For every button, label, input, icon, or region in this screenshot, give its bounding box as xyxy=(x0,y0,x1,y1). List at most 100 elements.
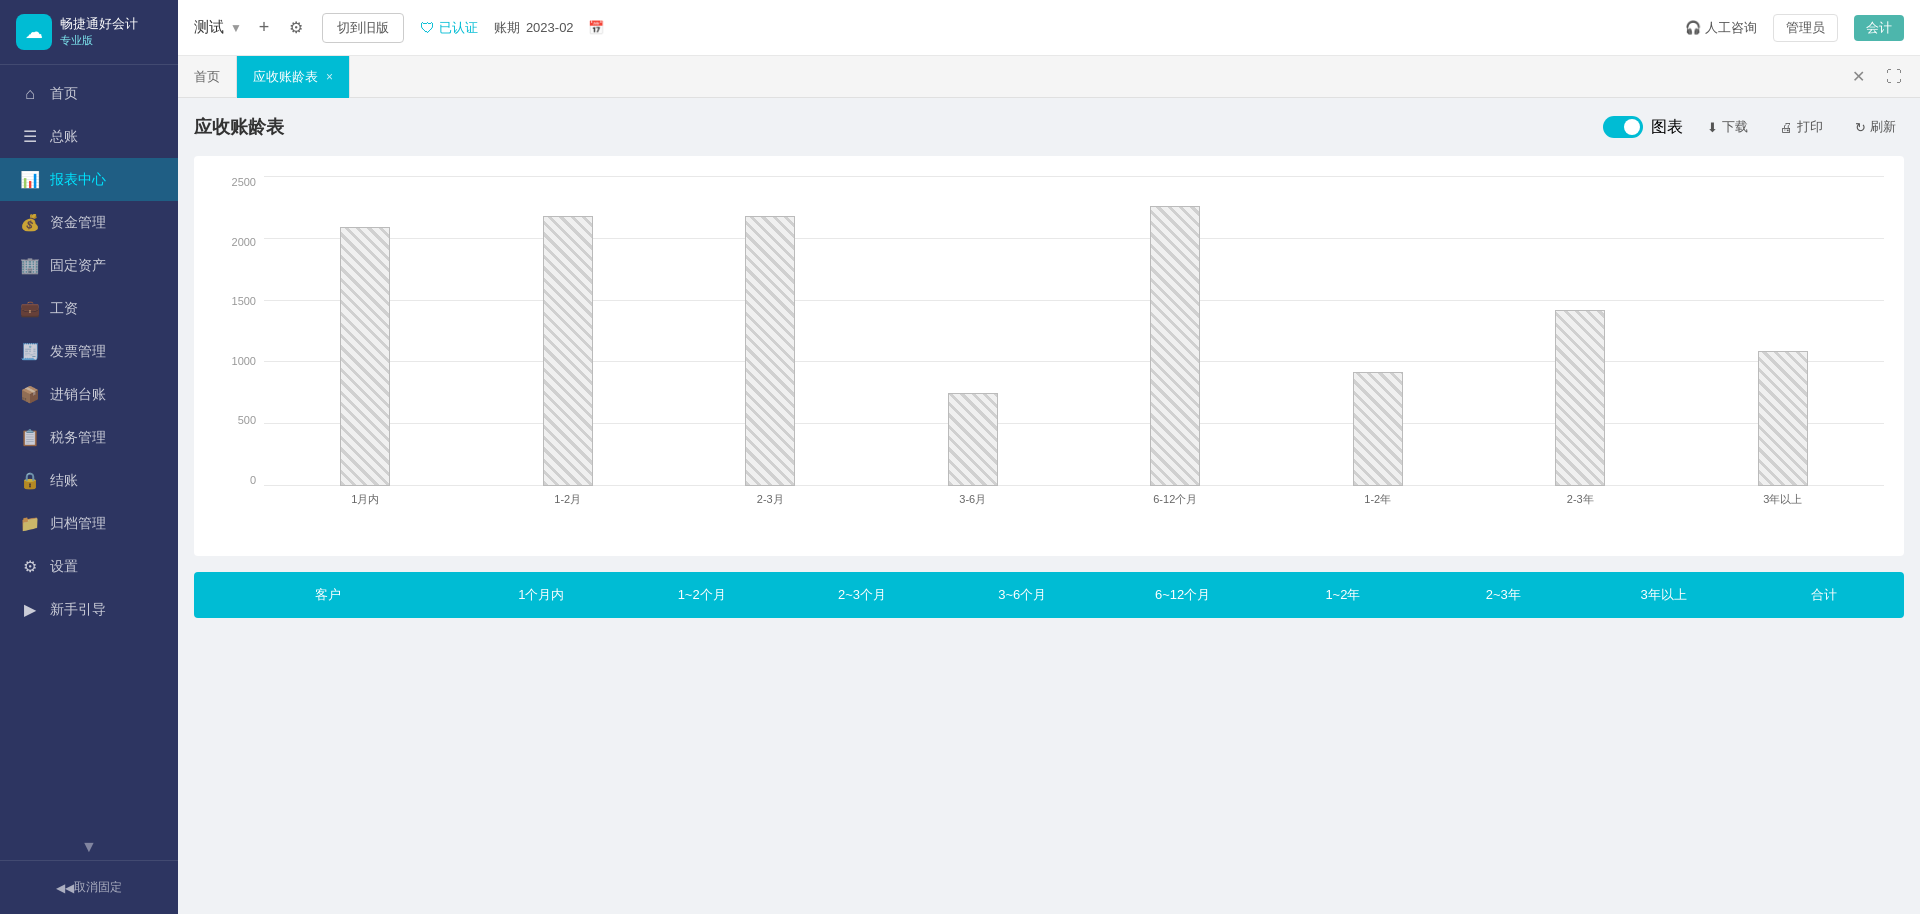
shield-icon: 🛡 xyxy=(420,19,435,36)
home-icon: ⌂ xyxy=(20,85,40,103)
content-area: 应收账龄表 图表 ⬇ 下载 🖨 打印 ↻ 刷新 xyxy=(178,98,1920,914)
table-header-cell: 3~6个月 xyxy=(942,572,1102,618)
table-header-cell: 1个月内 xyxy=(461,572,621,618)
assets-icon: 🏢 xyxy=(20,256,40,275)
tab-item-1[interactable]: 应收账龄表× xyxy=(237,56,350,98)
sidebar-nav: ⌂ 首页 ☰ 总账 📊 报表中心 💰 资金管理 🏢 固定资产 💼 工资 🧾 发票… xyxy=(0,65,178,834)
sidebar-item-inventory[interactable]: 📦 进销台账 xyxy=(0,373,178,416)
sidebar-item-settings[interactable]: ⚙ 设置 xyxy=(0,545,178,588)
y-axis-label: 1000 xyxy=(214,355,264,367)
refresh-label: 刷新 xyxy=(1870,118,1896,136)
sidebar-item-label: 新手引导 xyxy=(50,601,106,619)
bar-label: 1-2年 xyxy=(1364,492,1391,507)
add-tab-button[interactable]: + xyxy=(250,14,278,42)
chart-container: 1月内1-2月2-3月3-6月6-12个月1-2年2-3年3年以上 050010… xyxy=(194,156,1904,556)
chart-toggle: 图表 xyxy=(1603,116,1683,138)
sidebar-item-label: 发票管理 xyxy=(50,343,106,361)
period-value: 2023-02 xyxy=(526,20,574,35)
calendar-icon[interactable]: 📅 xyxy=(588,20,604,35)
page-actions: 图表 ⬇ 下载 🖨 打印 ↻ 刷新 xyxy=(1603,114,1904,140)
sidebar-item-label: 资金管理 xyxy=(50,214,106,232)
sidebar-item-label: 报表中心 xyxy=(50,171,106,189)
print-label: 打印 xyxy=(1797,118,1823,136)
sidebar-item-payroll[interactable]: 💼 工资 xyxy=(0,287,178,330)
app-name: 畅捷通好会计 xyxy=(60,16,138,33)
sidebar-item-invoice[interactable]: 🧾 发票管理 xyxy=(0,330,178,373)
bar-label: 3年以上 xyxy=(1763,492,1802,507)
bar-group: 2-3月 xyxy=(669,176,872,486)
company-dropdown-icon: ▼ xyxy=(230,21,242,35)
sidebar-item-close[interactable]: 🔒 结账 xyxy=(0,459,178,502)
sidebar-item-label: 设置 xyxy=(50,558,78,576)
chart-toggle-label: 图表 xyxy=(1651,117,1683,138)
y-axis-label: 2000 xyxy=(214,236,264,248)
sidebar-item-assets[interactable]: 🏢 固定资产 xyxy=(0,244,178,287)
settings-button[interactable]: ⚙ xyxy=(282,14,310,42)
bar-label: 1月内 xyxy=(351,492,379,507)
bar-1-2月: 1-2月 xyxy=(543,216,593,486)
company-selector[interactable]: 测试 ▼ xyxy=(194,18,242,37)
bar-2-3月: 2-3月 xyxy=(745,216,795,486)
tab-close-button[interactable]: × xyxy=(326,70,333,84)
archive-icon: 📁 xyxy=(20,514,40,533)
close-icon: 🔒 xyxy=(20,471,40,490)
certified-badge: 🛡 已认证 xyxy=(420,19,478,37)
service-button[interactable]: 🎧 人工咨询 xyxy=(1685,19,1757,37)
close-tab-button[interactable]: ✕ xyxy=(1844,63,1872,91)
sidebar-item-label: 结账 xyxy=(50,472,78,490)
sidebar-item-tax[interactable]: 📋 税务管理 xyxy=(0,416,178,459)
manager-button[interactable]: 管理员 xyxy=(1773,14,1838,42)
sidebar-item-label: 固定资产 xyxy=(50,257,106,275)
gear-icon: ⚙ xyxy=(289,18,303,37)
settings-icon: ⚙ xyxy=(20,557,40,576)
inventory-icon: 📦 xyxy=(20,385,40,404)
bar-3年以上: 3年以上 xyxy=(1758,351,1808,486)
bar-2-3年: 2-3年 xyxy=(1555,310,1605,486)
cancel-fixed-label: 取消固定 xyxy=(74,879,122,896)
y-axis-label: 1500 xyxy=(214,295,264,307)
bar-group: 3年以上 xyxy=(1682,176,1885,486)
table-header-cell: 1~2个月 xyxy=(622,572,782,618)
role-button[interactable]: 会计 xyxy=(1854,15,1904,41)
sidebar: ☁ 畅捷通好会计 专业版 ⌂ 首页 ☰ 总账 📊 报表中心 💰 资金管理 🏢 固… xyxy=(0,0,178,914)
tab-item-0[interactable]: 首页 xyxy=(178,56,237,98)
cancel-fixed-btn[interactable]: ◀◀ 取消固定 xyxy=(0,869,178,906)
refresh-button[interactable]: ↻ 刷新 xyxy=(1847,114,1904,140)
topbar: 测试 ▼ + ⚙ 切到旧版 🛡 已认证 账期 2023-02 📅 🎧 人工咨询 … xyxy=(178,0,1920,56)
logo-area: ☁ 畅捷通好会计 专业版 xyxy=(0,0,178,65)
y-axis-label: 2500 xyxy=(214,176,264,188)
download-button[interactable]: ⬇ 下载 xyxy=(1699,114,1756,140)
print-icon: 🖨 xyxy=(1780,120,1793,135)
sidebar-item-reports[interactable]: 📊 报表中心 xyxy=(0,158,178,201)
bar-group: 1-2年 xyxy=(1277,176,1480,486)
table-header-cell: 2~3个月 xyxy=(782,572,942,618)
bar-1月内: 1月内 xyxy=(340,227,390,486)
sidebar-item-label: 税务管理 xyxy=(50,429,106,447)
sidebar-item-label: 首页 xyxy=(50,85,78,103)
bar-3-6月: 3-6月 xyxy=(948,393,998,486)
sidebar-item-home[interactable]: ⌂ 首页 xyxy=(0,73,178,115)
bar-6-12个月: 6-12个月 xyxy=(1150,206,1200,486)
sidebar-item-archive[interactable]: 📁 归档管理 xyxy=(0,502,178,545)
table-container: 客户1个月内1~2个月2~3个月3~6个月6~12个月1~2年2~3年3年以上合… xyxy=(194,572,1904,618)
bar-label: 2-3月 xyxy=(757,492,784,507)
table-header: 客户1个月内1~2个月2~3个月3~6个月6~12个月1~2年2~3年3年以上合… xyxy=(194,572,1904,618)
period-label: 账期 xyxy=(494,19,520,37)
logo-icon: ☁ xyxy=(16,14,52,50)
print-button[interactable]: 🖨 打印 xyxy=(1772,114,1831,140)
company-name: 测试 xyxy=(194,18,224,37)
bar-label: 2-3年 xyxy=(1567,492,1594,507)
scroll-indicator: ▼ xyxy=(0,834,178,860)
expand-button[interactable]: ⛶ xyxy=(1880,63,1908,91)
chart-toggle-switch[interactable] xyxy=(1603,116,1643,138)
ledger-icon: ☰ xyxy=(20,127,40,146)
sidebar-item-finance[interactable]: 💰 资金管理 xyxy=(0,201,178,244)
sidebar-item-guide[interactable]: ▶ 新手引导 xyxy=(0,588,178,631)
tabbar: 首页应收账龄表× ✕ ⛶ xyxy=(178,56,1920,98)
y-axis-label: 500 xyxy=(214,414,264,426)
sidebar-item-ledger[interactable]: ☰ 总账 xyxy=(0,115,178,158)
switch-version-button[interactable]: 切到旧版 xyxy=(322,13,404,43)
chart-y-axis: 05001000150020002500 xyxy=(214,176,264,486)
plus-icon: + xyxy=(259,17,270,38)
bar-label: 3-6月 xyxy=(959,492,986,507)
